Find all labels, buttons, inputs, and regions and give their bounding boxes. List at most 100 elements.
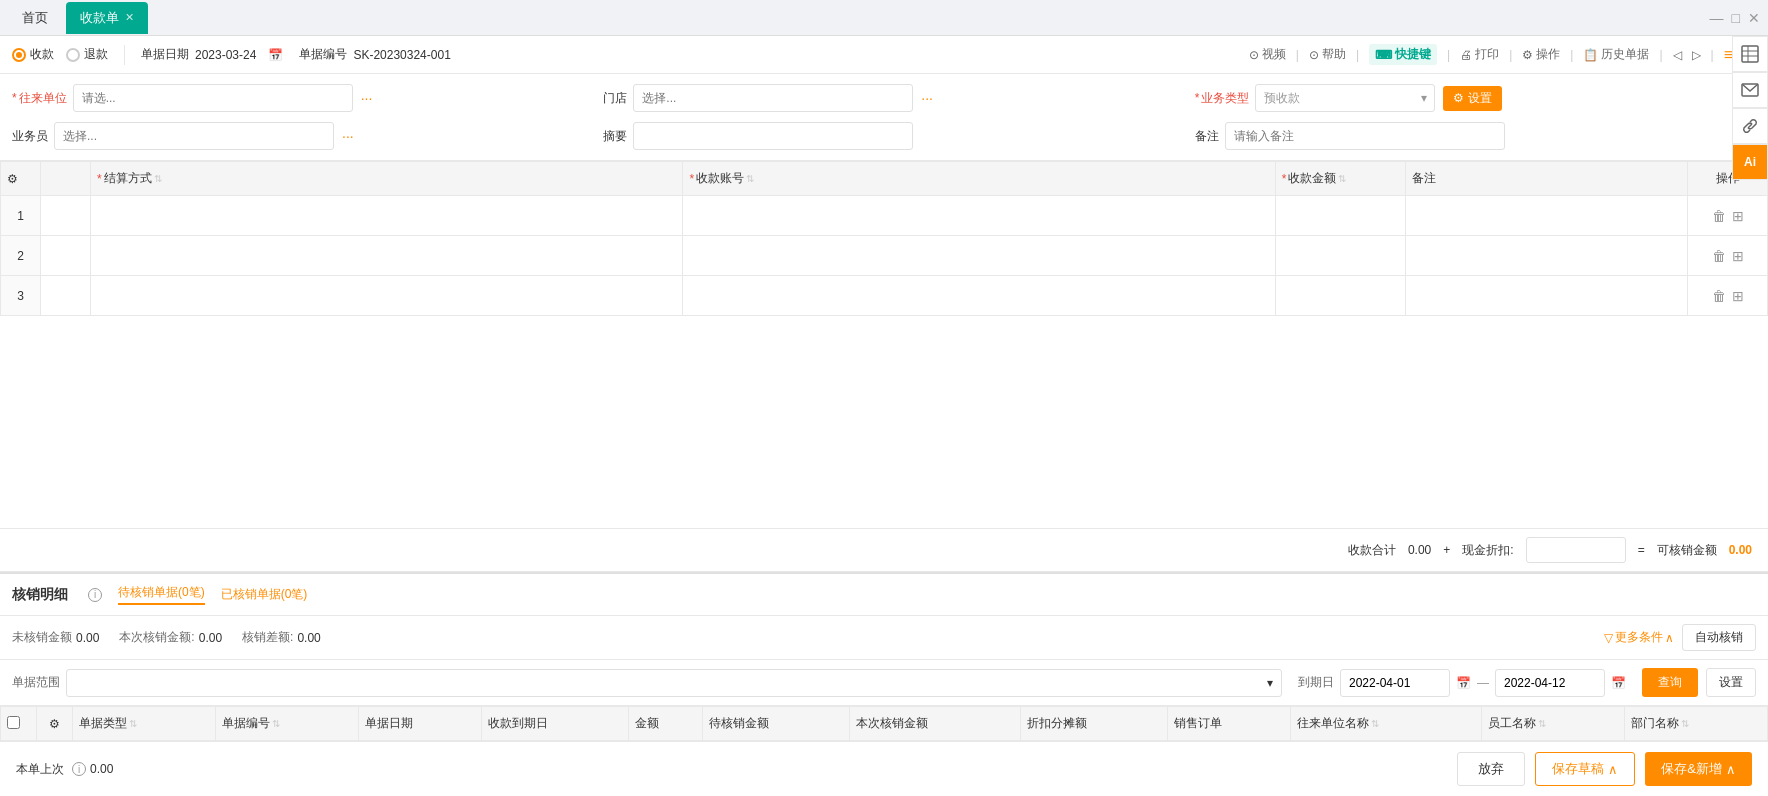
nav-prev-icon[interactable]: ◁ [1673,48,1682,62]
row-2-remark[interactable] [1405,236,1687,276]
remark-label: 备注 [1195,128,1219,145]
row-2-copy-icon[interactable]: ⊞ [1732,248,1744,264]
row-1-delete-icon[interactable]: 🗑 [1712,208,1726,224]
sort-partner-icon[interactable]: ⇅ [1371,718,1379,729]
business-type-label: *业务类型 [1195,90,1250,107]
help-btn[interactable]: ⊙ 帮助 [1309,46,1346,63]
row-3-remark[interactable] [1405,276,1687,316]
sort-amount-icon[interactable]: ⇅ [1338,173,1346,184]
tab-receipt-label: 收款单 [80,9,119,27]
auto-cancel-button[interactable]: 自动核销 [1682,624,1756,651]
completed-tab[interactable]: 已核销单据(0笔) [221,586,308,603]
employee-input[interactable] [54,122,334,150]
settings-col-header[interactable]: ⚙ [37,707,73,741]
more-conditions-btn[interactable]: ▽ 更多条件 ∧ [1604,629,1674,646]
row-1-amount[interactable] [1275,196,1405,236]
store-more-btn[interactable]: ··· [917,90,937,106]
tab-receipt[interactable]: 收款单 ✕ [66,2,148,34]
minimize-icon[interactable]: — [1710,10,1724,26]
row-2-num: 2 [1,236,41,276]
refund-radio[interactable]: 退款 [66,46,108,63]
dept-header: 部门名称 ⇅ [1625,707,1768,741]
equals-sign: = [1638,543,1645,557]
settings-button[interactable]: ⚙ 设置 [1443,86,1501,111]
employee-more-btn[interactable]: ··· [338,128,358,144]
receipt-radio[interactable]: 收款 [12,46,54,63]
receipt-table: ⚙ * 结算方式 ⇅ * 收款账号 ⇅ [0,161,1768,316]
row-1-num: 1 [1,196,41,236]
summary-input[interactable] [633,122,913,150]
partner-input[interactable] [73,84,353,112]
chevron-up-icon: ∧ [1665,631,1674,645]
row-1-remark[interactable] [1405,196,1687,236]
row-2-settle[interactable] [91,236,683,276]
sort-employee-icon[interactable]: ⇅ [1538,718,1546,729]
sidebar-link-icon[interactable] [1732,108,1768,144]
row-3-copy-icon[interactable]: ⊞ [1732,288,1744,304]
receipt-radio-label: 收款 [30,46,54,63]
tab-close-icon[interactable]: ✕ [125,11,134,24]
discount-input[interactable] [1526,537,1626,563]
row-1-account[interactable] [683,196,1275,236]
verification-section: 核销明细 i 待核销单据(0笔) 已核销单据(0笔) 未核销金额 0.00 本次… [0,572,1768,741]
tab-home[interactable]: 首页 [8,2,62,34]
sidebar-ai-icon[interactable]: Ai [1732,144,1768,180]
row-1-copy-icon[interactable]: ⊞ [1732,208,1744,224]
sort-settle-icon[interactable]: ⇅ [154,173,162,184]
business-type-field: *业务类型 ▾ ⚙ 设置 [1195,84,1756,112]
number-value: SK-20230324-001 [353,48,450,62]
row-2-account[interactable] [683,236,1275,276]
discount-label: 现金折扣: [1462,542,1513,559]
store-input[interactable] [633,84,913,112]
pending-tab[interactable]: 待核销单据(0笔) [118,584,205,605]
sort-bill-type-icon[interactable]: ⇅ [129,718,137,729]
due-date-end-input[interactable] [1495,669,1605,697]
shortcut-btn[interactable]: ⌨ 快捷键 [1369,44,1437,65]
nav-next-icon[interactable]: ▷ [1692,48,1701,62]
row-3-delete-icon[interactable]: 🗑 [1712,288,1726,304]
partner-more-btn[interactable]: ··· [357,90,377,106]
cal-start-icon[interactable]: 📅 [1456,676,1471,690]
diff-label: 核销差额: [242,629,293,646]
partner-field: *往来单位 ··· [12,84,573,112]
diff-stat: 核销差额: 0.00 [242,629,321,646]
sidebar-table-icon[interactable] [1732,36,1768,72]
close-window-icon[interactable]: ✕ [1748,10,1760,26]
row-3-account[interactable] [683,276,1275,316]
number-label: 单据编号 [299,46,347,63]
video-btn[interactable]: ⊙ 视频 [1249,46,1286,63]
query-button[interactable]: 查询 [1642,668,1698,697]
range-select[interactable]: ▾ [66,669,1282,697]
sidebar-mail-icon[interactable] [1732,72,1768,108]
abandon-button[interactable]: 放弃 [1457,752,1525,786]
row-2-amount[interactable] [1275,236,1405,276]
operation-btn[interactable]: ⚙ 操作 [1522,46,1560,63]
table-settings-button[interactable]: 设置 [1706,668,1756,697]
row-3-amount[interactable] [1275,276,1405,316]
due-date-start-input[interactable] [1340,669,1450,697]
history-btn[interactable]: 📋 历史单据 [1583,46,1649,63]
sort-account-icon[interactable]: ⇅ [746,173,754,184]
business-type-input[interactable] [1255,84,1435,112]
save-draft-button[interactable]: 保存草稿 ∧ [1535,752,1635,786]
remark-input[interactable] [1225,122,1505,150]
remark-header: 备注 [1405,162,1687,196]
print-btn[interactable]: 🖨 打印 [1460,46,1499,63]
footer-info-icon[interactable]: i [72,762,86,776]
maximize-icon[interactable]: □ [1732,10,1740,26]
sort-bill-number-icon[interactable]: ⇅ [272,718,280,729]
table-settings-header[interactable]: ⚙ [1,162,41,196]
calendar-icon[interactable]: 📅 [268,48,283,62]
row-2-delete-icon[interactable]: 🗑 [1712,248,1726,264]
sep4: | [1509,48,1512,62]
check-all-header[interactable] [1,707,37,741]
sort-dept-icon[interactable]: ⇅ [1681,718,1689,729]
receipt-radio-circle [12,48,26,62]
check-all-checkbox[interactable] [7,716,20,729]
range-label: 单据范围 [12,674,60,691]
cal-end-icon[interactable]: 📅 [1611,676,1626,690]
row-1-settle[interactable] [91,196,683,236]
row-3-settle[interactable] [91,276,683,316]
save-new-button[interactable]: 保存&新增 ∧ [1645,752,1752,786]
info-icon[interactable]: i [88,588,102,602]
